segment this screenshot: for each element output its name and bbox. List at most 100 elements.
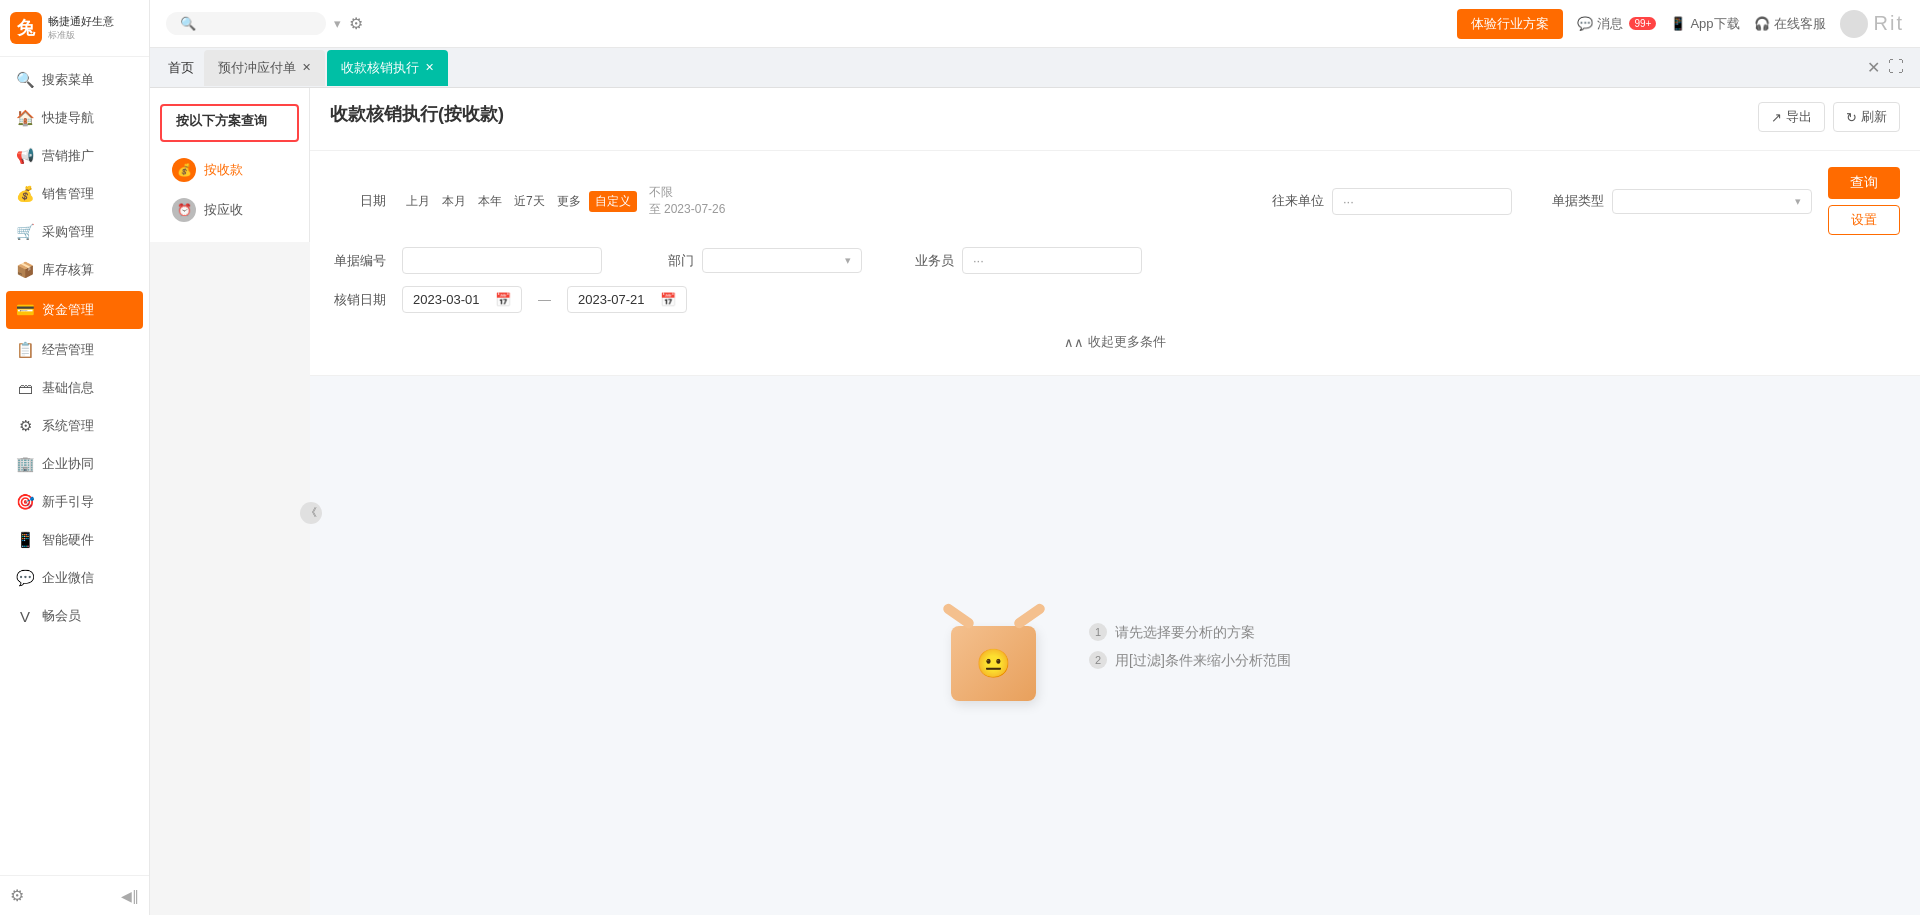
message-badge: 99+	[1629, 17, 1656, 30]
sidebar-item-label: 经营管理	[42, 341, 94, 359]
topbar: 🔍 ▾ ⚙ 体验行业方案 💬 消息 99+ 📱 App下载 🎧 在线客服	[150, 0, 1920, 48]
building-icon: 🏢	[16, 455, 34, 473]
sidebar-item-label: 基础信息	[42, 379, 94, 397]
filter-option-by-receivable[interactable]: ⏰ 按应收	[150, 190, 309, 230]
sidebar-item-inventory[interactable]: 📦 库存核算	[0, 251, 149, 289]
settings-icon[interactable]: ⚙	[349, 14, 363, 33]
more-btn[interactable]: 更多	[553, 191, 585, 212]
page-header-actions: ↗ 导出 ↻ 刷新	[1758, 102, 1900, 132]
hint-2: 2 用[过滤]条件来缩小分析范围	[1089, 646, 1291, 674]
topbar-left: 🔍 ▾ ⚙	[166, 12, 1445, 35]
custom-btn[interactable]: 自定义	[589, 191, 637, 212]
sidebar-item-wechat[interactable]: 💬 企业微信	[0, 559, 149, 597]
cart-icon: 🛒	[16, 223, 34, 241]
user-avatar	[1840, 10, 1868, 38]
app-download-btn[interactable]: 📱 App下载	[1670, 15, 1739, 33]
last-month-btn[interactable]: 上月	[402, 191, 434, 212]
sidebar-item-enterprise[interactable]: 🏢 企业协同	[0, 445, 149, 483]
tab-prepay-close[interactable]: ✕	[302, 61, 311, 74]
this-month-btn[interactable]: 本月	[438, 191, 470, 212]
staff-input[interactable]: ···	[962, 247, 1142, 274]
sidebar-item-label: 销售管理	[42, 185, 94, 203]
tab-home[interactable]: 首页	[158, 53, 204, 83]
sidebar-item-sales[interactable]: 💰 销售管理	[0, 175, 149, 213]
export-label: 导出	[1786, 108, 1812, 126]
filter-option-by-receipt[interactable]: 💰 按收款	[150, 150, 309, 190]
hint-1: 1 请先选择要分析的方案	[1089, 618, 1291, 646]
date-field: 上月 本月 本年 近7天 更多 自定义 不限 至 2023-07-26	[402, 184, 1232, 218]
date-label: 日期	[330, 192, 386, 210]
maximize-icon[interactable]: ⛶	[1888, 58, 1904, 77]
search-icon: 🔍	[180, 16, 196, 31]
doctype-select[interactable]: ▾	[1612, 189, 1812, 214]
sidebar-item-search[interactable]: 🔍 搜索菜单	[0, 61, 149, 99]
tab-writeoff-close[interactable]: ✕	[425, 61, 434, 74]
industry-btn[interactable]: 体验行业方案	[1457, 9, 1563, 39]
docno-input[interactable]	[402, 247, 602, 274]
tab-writeoff-label: 收款核销执行	[341, 59, 419, 77]
writeoff-date-end[interactable]: 2023-07-21 📅	[567, 286, 687, 313]
counterpart-input[interactable]: ···	[1332, 188, 1512, 215]
sidebar-item-purchase[interactable]: 🛒 采购管理	[0, 213, 149, 251]
app-name: 畅捷通好生意	[48, 14, 114, 28]
search-form: 日期 上月 本月 本年 近7天 更多 自定义 不限	[310, 151, 1920, 376]
filter-collapse-btn[interactable]: 《	[300, 502, 322, 524]
query-btn[interactable]: 查询	[1828, 167, 1900, 199]
mobile-icon: 📱	[16, 531, 34, 549]
tab-prepay[interactable]: 预付冲应付单 ✕	[204, 50, 325, 86]
last-7days-btn[interactable]: 近7天	[510, 191, 549, 212]
receipt-icon: 💰	[172, 158, 196, 182]
doctype-field: 单据类型 ▾	[1548, 189, 1812, 214]
sidebar-item-label: 库存核算	[42, 261, 94, 279]
sidebar-item-marketing[interactable]: 📢 营销推广	[0, 137, 149, 175]
empty-illustration: 😐	[939, 591, 1049, 701]
online-service-btn[interactable]: 🎧 在线客服	[1754, 15, 1826, 33]
calendar-icon-end: 📅	[660, 292, 676, 307]
sidebar-item-label: 新手引导	[42, 493, 94, 511]
dept-select[interactable]: ▾	[702, 248, 862, 273]
dropdown-icon[interactable]: ▾	[334, 16, 341, 31]
settings-form-btn[interactable]: 设置	[1828, 205, 1900, 235]
user-area: Rit	[1840, 10, 1904, 38]
sidebar-item-label: 企业协同	[42, 455, 94, 473]
sidebar-item-hardware[interactable]: 📱 智能硬件	[0, 521, 149, 559]
calendar-icon: 📅	[495, 292, 511, 307]
tab-writeoff[interactable]: 收款核销执行 ✕	[327, 50, 448, 86]
refresh-icon: ↻	[1846, 110, 1857, 125]
sidebar-item-label: 企业微信	[42, 569, 94, 587]
export-btn[interactable]: ↗ 导出	[1758, 102, 1825, 132]
sidebar-item-management[interactable]: 📋 经营管理	[0, 331, 149, 369]
main-content: 🔍 ▾ ⚙ 体验行业方案 💬 消息 99+ 📱 App下载 🎧 在线客服	[150, 0, 1920, 915]
member-icon: V	[16, 608, 34, 625]
sidebar-item-label: 快捷导航	[42, 109, 94, 127]
this-year-btn[interactable]: 本年	[474, 191, 506, 212]
sidebar-item-quicknav[interactable]: 🏠 快捷导航	[0, 99, 149, 137]
dept-label: 部门	[638, 252, 694, 270]
service-label: 在线客服	[1774, 15, 1826, 33]
app-download-label: App下载	[1690, 15, 1739, 33]
tab-prepay-label: 预付冲应付单	[218, 59, 296, 77]
refresh-btn[interactable]: ↻ 刷新	[1833, 102, 1900, 132]
collapse-label: 收起更多条件	[1088, 333, 1166, 351]
sidebar-item-finance[interactable]: 💳 资金管理	[6, 291, 143, 329]
sidebar-settings-icon[interactable]: ⚙	[10, 886, 24, 905]
sidebar-collapse-icon[interactable]: ◀‖	[121, 888, 139, 904]
sidebar-item-system[interactable]: ⚙ 系统管理	[0, 407, 149, 445]
sidebar-item-basic-info[interactable]: 🗃 基础信息	[0, 369, 149, 407]
date-no-limit: 不限 至 2023-07-26	[649, 184, 726, 218]
sidebar-item-label: 营销推广	[42, 147, 94, 165]
sidebar-item-member[interactable]: V 畅会员	[0, 597, 149, 635]
megaphone-icon: 📢	[16, 147, 34, 165]
writeoff-date-start[interactable]: 2023-03-01 📅	[402, 286, 522, 313]
topbar-search[interactable]: 🔍	[166, 12, 326, 35]
sidebar-item-newbie[interactable]: 🎯 新手引导	[0, 483, 149, 521]
gear-icon: ⚙	[16, 417, 34, 435]
collapse-more-btn[interactable]: ∧∧ 收起更多条件	[330, 325, 1900, 359]
close-window-icon[interactable]: ✕	[1867, 58, 1880, 77]
hint-num-1: 1	[1089, 623, 1107, 641]
date-separator: —	[538, 292, 551, 307]
message-btn[interactable]: 💬 消息 99+	[1577, 15, 1656, 33]
main-panel: 收款核销执行(按收款) ↗ 导出 ↻ 刷新 日期	[310, 88, 1920, 915]
empty-state: 😐 1 请先选择要分析的方案 2 用[过滤]条件来缩小分析范围	[939, 591, 1291, 701]
database-icon: 🗃	[16, 380, 34, 397]
